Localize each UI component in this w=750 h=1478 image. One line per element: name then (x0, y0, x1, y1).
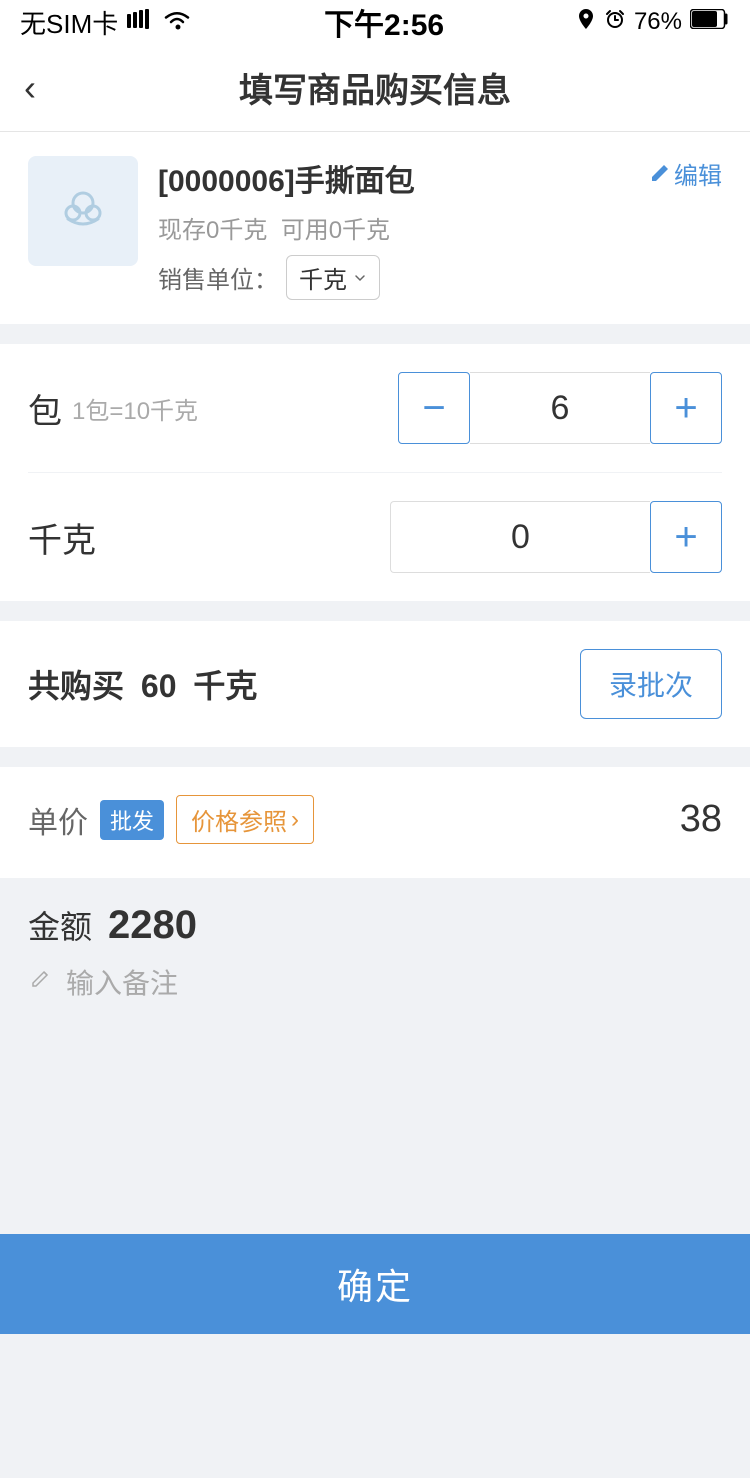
edit-button[interactable]: 编辑 (648, 156, 722, 191)
kg-row: 千克 + (28, 473, 722, 601)
batch-button[interactable]: 录批次 (580, 649, 722, 719)
product-info: [0000006]手撕面包 编辑 现存0千克 可用0千克 销售单位： 千克 (158, 156, 722, 300)
price-section: 单价 批发 价格参照 › 38 (0, 767, 750, 878)
product-card: [0000006]手撕面包 编辑 现存0千克 可用0千克 销售单位： 千克 (0, 132, 750, 324)
price-row: 单价 批发 价格参照 › 38 (28, 795, 722, 844)
product-name: [0000006]手撕面包 (158, 156, 415, 200)
product-thumbnail (28, 156, 138, 266)
pack-minus-button[interactable]: − (398, 372, 470, 444)
pack-controls: − + (398, 372, 722, 444)
note-text: 输入备注 (66, 962, 178, 1002)
battery-label: 76% (634, 8, 682, 36)
wifi-icon (162, 7, 192, 38)
sim-icon (126, 7, 154, 38)
pack-plus-button[interactable]: + (650, 372, 722, 444)
status-right: 76% (576, 8, 730, 37)
unit-select[interactable]: 千克 (286, 255, 380, 300)
price-label-group: 单价 批发 价格参照 › (28, 795, 314, 844)
amount-section: 金额 2280 输入备注 (0, 878, 750, 1018)
price-value: 38 (680, 798, 722, 841)
pack-row: 包 1包=10千克 − + (28, 344, 722, 473)
note-row[interactable]: 输入备注 (28, 962, 722, 1002)
kg-controls: + (390, 501, 722, 573)
status-bar: 无SIM卡 下午2:56 (0, 0, 750, 44)
back-button[interactable]: ‹ (24, 67, 36, 109)
price-tag: 批发 (100, 800, 164, 840)
status-left: 无SIM卡 (20, 4, 192, 41)
alarm-icon (604, 8, 626, 37)
product-unit: 销售单位： 千克 (158, 255, 722, 300)
note-icon (28, 966, 54, 999)
kg-label: 千克 (28, 513, 96, 562)
nav-bar: ‹ 填写商品购买信息 (0, 44, 750, 132)
status-time: 下午2:56 (324, 0, 444, 44)
pack-label: 包 1包=10千克 (28, 384, 198, 433)
page-title: 填写商品购买信息 (239, 63, 511, 112)
input-section: 包 1包=10千克 − + 千克 + (0, 344, 750, 601)
total-section: 共购买 60 千克 录批次 (0, 621, 750, 747)
pack-quantity-input[interactable] (470, 372, 650, 444)
confirm-button[interactable]: 确定 (0, 1234, 750, 1334)
divider-1 (0, 324, 750, 344)
divider-2 (0, 601, 750, 621)
amount-row: 金额 2280 (28, 902, 722, 948)
divider-3 (0, 747, 750, 767)
total-text: 共购买 60 千克 (28, 661, 257, 707)
battery-icon (690, 8, 730, 36)
location-icon (576, 8, 596, 37)
product-stock: 现存0千克 可用0千克 (158, 210, 722, 245)
carrier-label: 无SIM卡 (20, 4, 118, 41)
kg-plus-button[interactable]: + (650, 501, 722, 573)
price-ref-button[interactable]: 价格参照 › (176, 795, 314, 844)
kg-quantity-input[interactable] (390, 501, 650, 573)
